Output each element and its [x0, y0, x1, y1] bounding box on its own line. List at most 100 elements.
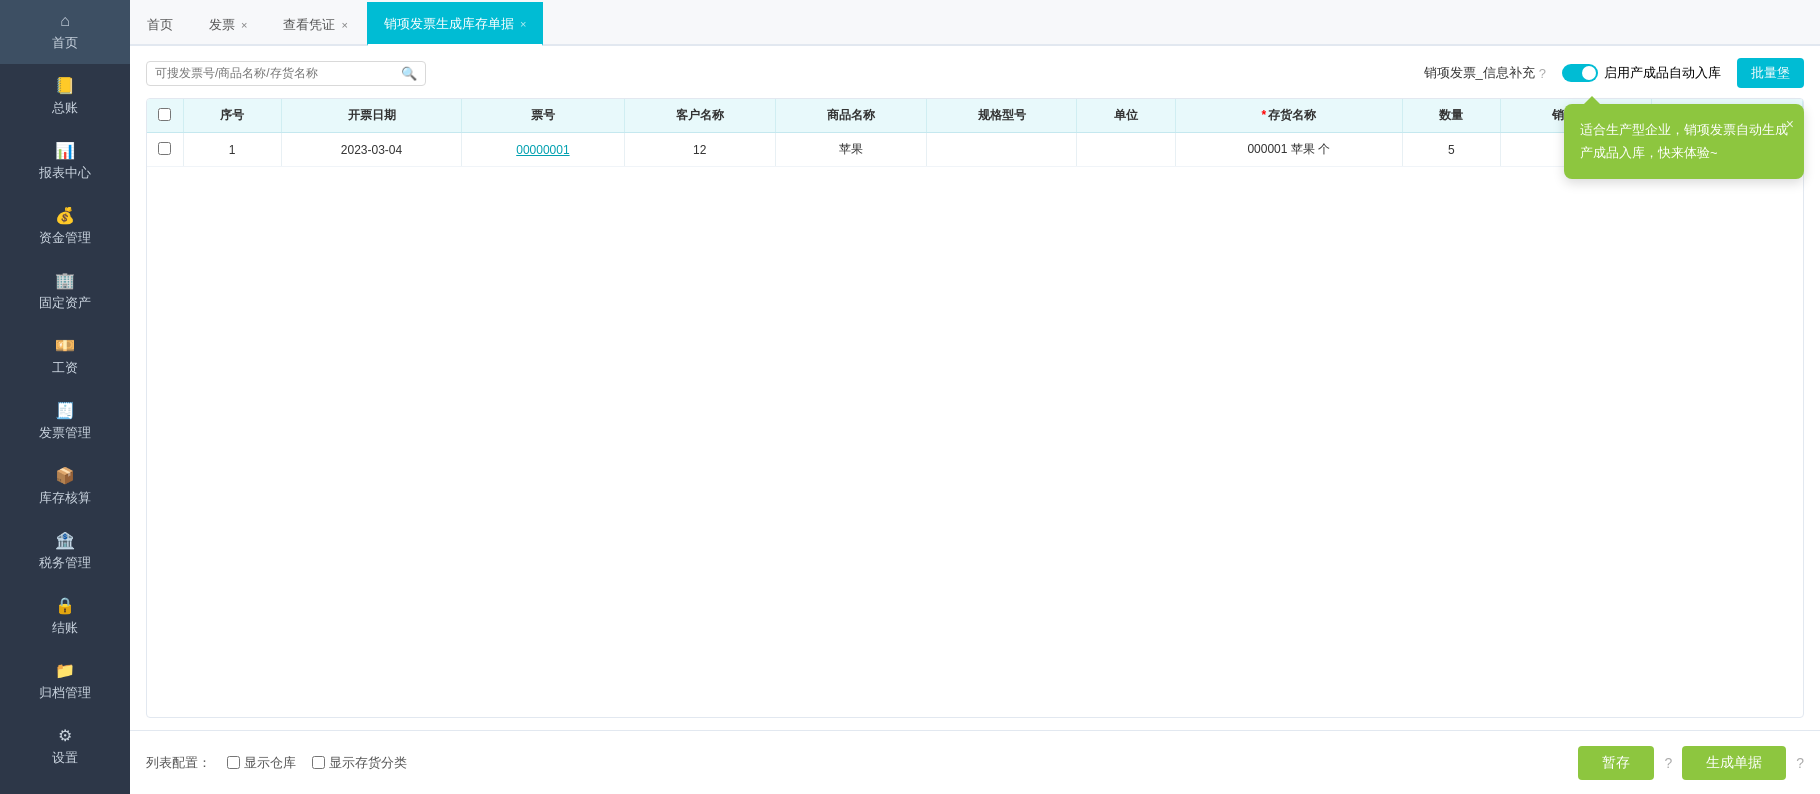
tab-voucher-close[interactable]: × — [341, 19, 347, 31]
sidebar-label-funds: 资金管理 — [39, 229, 91, 247]
row-seq: 1 — [183, 133, 281, 167]
row-unit — [1077, 133, 1175, 167]
tab-generate[interactable]: 销项发票生成库存单据 × — [367, 2, 543, 46]
save-help-icon: ? — [1664, 755, 1672, 771]
sidebar-item-salary[interactable]: 💴 工资 — [0, 324, 130, 389]
tab-generate-label: 销项发票生成库存单据 — [384, 15, 514, 33]
info-text: 销项发票_信息补充 — [1424, 64, 1535, 82]
sidebar-item-ledger[interactable]: 📒 总账 — [0, 64, 130, 129]
th-seq: 序号 — [183, 99, 281, 133]
sidebar: ⌂ 首页 📒 总账 📊 报表中心 💰 资金管理 🏢 固定资产 💴 工资 🧾 发票… — [0, 0, 130, 794]
auto-warehouse-toggle[interactable] — [1562, 64, 1598, 82]
sidebar-item-assets[interactable]: 🏢 固定资产 — [0, 259, 130, 324]
select-all-checkbox[interactable] — [158, 108, 171, 121]
tab-voucher-label: 查看凭证 — [283, 16, 335, 34]
salary-icon: 💴 — [55, 336, 75, 355]
sidebar-item-home[interactable]: ⌂ 首页 — [0, 0, 130, 64]
table-row: 1 2023-03-04 00000001 12 苹果 000001 苹果 个 … — [147, 133, 1803, 167]
row-checkbox-0[interactable] — [158, 142, 171, 155]
sidebar-item-archive[interactable]: 📁 归档管理 — [0, 649, 130, 714]
row-qty: 5 — [1402, 133, 1500, 167]
tab-voucher[interactable]: 查看凭证 × — [266, 2, 364, 46]
top-bar: 🔍 销项发票_信息补充 ? 启用产成品自动入库 批量堡 — [146, 58, 1804, 88]
row-customer: 12 — [624, 133, 775, 167]
show-category-label[interactable]: 显示存货分类 — [312, 754, 407, 772]
tab-home-label: 首页 — [147, 16, 173, 34]
th-goods: 商品名称 — [775, 99, 926, 133]
sidebar-item-report[interactable]: 📊 报表中心 — [0, 129, 130, 194]
list-config-label: 列表配置： — [146, 754, 211, 772]
row-date: 2023-03-04 — [281, 133, 461, 167]
sidebar-label-invoice: 发票管理 — [39, 424, 91, 442]
closing-icon: 🔒 — [55, 596, 75, 615]
tooltip-close-button[interactable]: × — [1786, 112, 1794, 137]
tab-invoice-label: 发票 — [209, 16, 235, 34]
show-category-checkbox[interactable] — [312, 756, 325, 769]
th-customer: 客户名称 — [624, 99, 775, 133]
invoice-icon: 🧾 — [55, 401, 75, 420]
toggle-label: 启用产成品自动入库 — [1604, 64, 1721, 82]
show-warehouse-text: 显示仓库 — [244, 754, 296, 772]
home-icon: ⌂ — [55, 12, 75, 30]
th-checkbox — [147, 99, 183, 133]
toggle-container: 启用产成品自动入库 — [1562, 64, 1721, 82]
tab-home[interactable]: 首页 — [130, 2, 190, 46]
search-input[interactable] — [155, 66, 401, 80]
content-area: 🔍 销项发票_信息补充 ? 启用产成品自动入库 批量堡 — [130, 46, 1820, 730]
list-config: 列表配置： 显示仓库 显示存货分类 — [146, 754, 407, 772]
sidebar-item-guide[interactable]: ▶ 新手引导 — [0, 779, 130, 794]
tab-invoice-close[interactable]: × — [241, 19, 247, 31]
th-date: 开票日期 — [281, 99, 461, 133]
sidebar-label-archive: 归档管理 — [39, 684, 91, 702]
sidebar-item-inventory[interactable]: 📦 库存核算 — [0, 454, 130, 519]
funds-icon: 💰 — [55, 206, 75, 225]
sidebar-label-salary: 工资 — [52, 359, 78, 377]
assets-icon: 🏢 — [55, 271, 75, 290]
row-spec — [926, 133, 1077, 167]
archive-icon: 📁 — [55, 661, 75, 680]
tooltip-popup: × 适合生产型企业，销项发票自动生成产成品入库，快来体验~ — [1564, 104, 1804, 179]
tab-generate-close[interactable]: × — [520, 18, 526, 30]
report-icon: 📊 — [55, 141, 75, 160]
top-right: 销项发票_信息补充 ? 启用产成品自动入库 批量堡 — [1424, 58, 1804, 88]
sidebar-item-funds[interactable]: 💰 资金管理 — [0, 194, 130, 259]
row-goods: 苹果 — [775, 133, 926, 167]
th-unit: 单位 — [1077, 99, 1175, 133]
sidebar-item-closing[interactable]: 🔒 结账 — [0, 584, 130, 649]
required-star: * — [1261, 108, 1266, 122]
tab-bar: 首页 发票 × 查看凭证 × 销项发票生成库存单据 × — [130, 0, 1820, 46]
tax-icon: 🏦 — [55, 531, 75, 550]
row-ticket-no[interactable]: 00000001 — [462, 133, 625, 167]
sidebar-label-ledger: 总账 — [52, 99, 78, 117]
show-warehouse-label[interactable]: 显示仓库 — [227, 754, 296, 772]
settings-icon: ⚙ — [55, 726, 75, 745]
th-inventory: *存货名称 — [1175, 99, 1402, 133]
show-category-text: 显示存货分类 — [329, 754, 407, 772]
tab-invoice[interactable]: 发票 × — [192, 2, 264, 46]
show-warehouse-checkbox[interactable] — [227, 756, 240, 769]
batch-button[interactable]: 批量堡 — [1737, 58, 1804, 88]
save-button[interactable]: 暂存 — [1578, 746, 1654, 780]
sidebar-item-invoice[interactable]: 🧾 发票管理 — [0, 389, 130, 454]
row-inventory: 000001 苹果 个 — [1175, 133, 1402, 167]
th-spec: 规格型号 — [926, 99, 1077, 133]
generate-help-icon: ? — [1796, 755, 1804, 771]
sidebar-label-settings: 设置 — [52, 749, 78, 767]
sidebar-label-assets: 固定资产 — [39, 294, 91, 312]
ledger-icon: 📒 — [55, 76, 75, 95]
info-help-icon: ? — [1539, 66, 1546, 81]
row-checkbox-cell — [147, 133, 183, 167]
sidebar-label-inventory: 库存核算 — [39, 489, 91, 507]
sidebar-label-home: 首页 — [52, 34, 78, 52]
tooltip-text: 适合生产型企业，销项发票自动生成产成品入库，快来体验~ — [1580, 122, 1788, 160]
footer-buttons: 暂存 ? 生成单据 ? — [1578, 746, 1804, 780]
sidebar-item-tax[interactable]: 🏦 税务管理 — [0, 519, 130, 584]
search-icon: 🔍 — [401, 66, 417, 81]
sidebar-label-tax: 税务管理 — [39, 554, 91, 572]
generate-button[interactable]: 生成单据 — [1682, 746, 1786, 780]
th-qty: 数量 — [1402, 99, 1500, 133]
search-box[interactable]: 🔍 — [146, 61, 426, 86]
footer: 列表配置： 显示仓库 显示存货分类 暂存 ? 生成单据 ? — [130, 730, 1820, 794]
sidebar-label-closing: 结账 — [52, 619, 78, 637]
sidebar-item-settings[interactable]: ⚙ 设置 — [0, 714, 130, 779]
